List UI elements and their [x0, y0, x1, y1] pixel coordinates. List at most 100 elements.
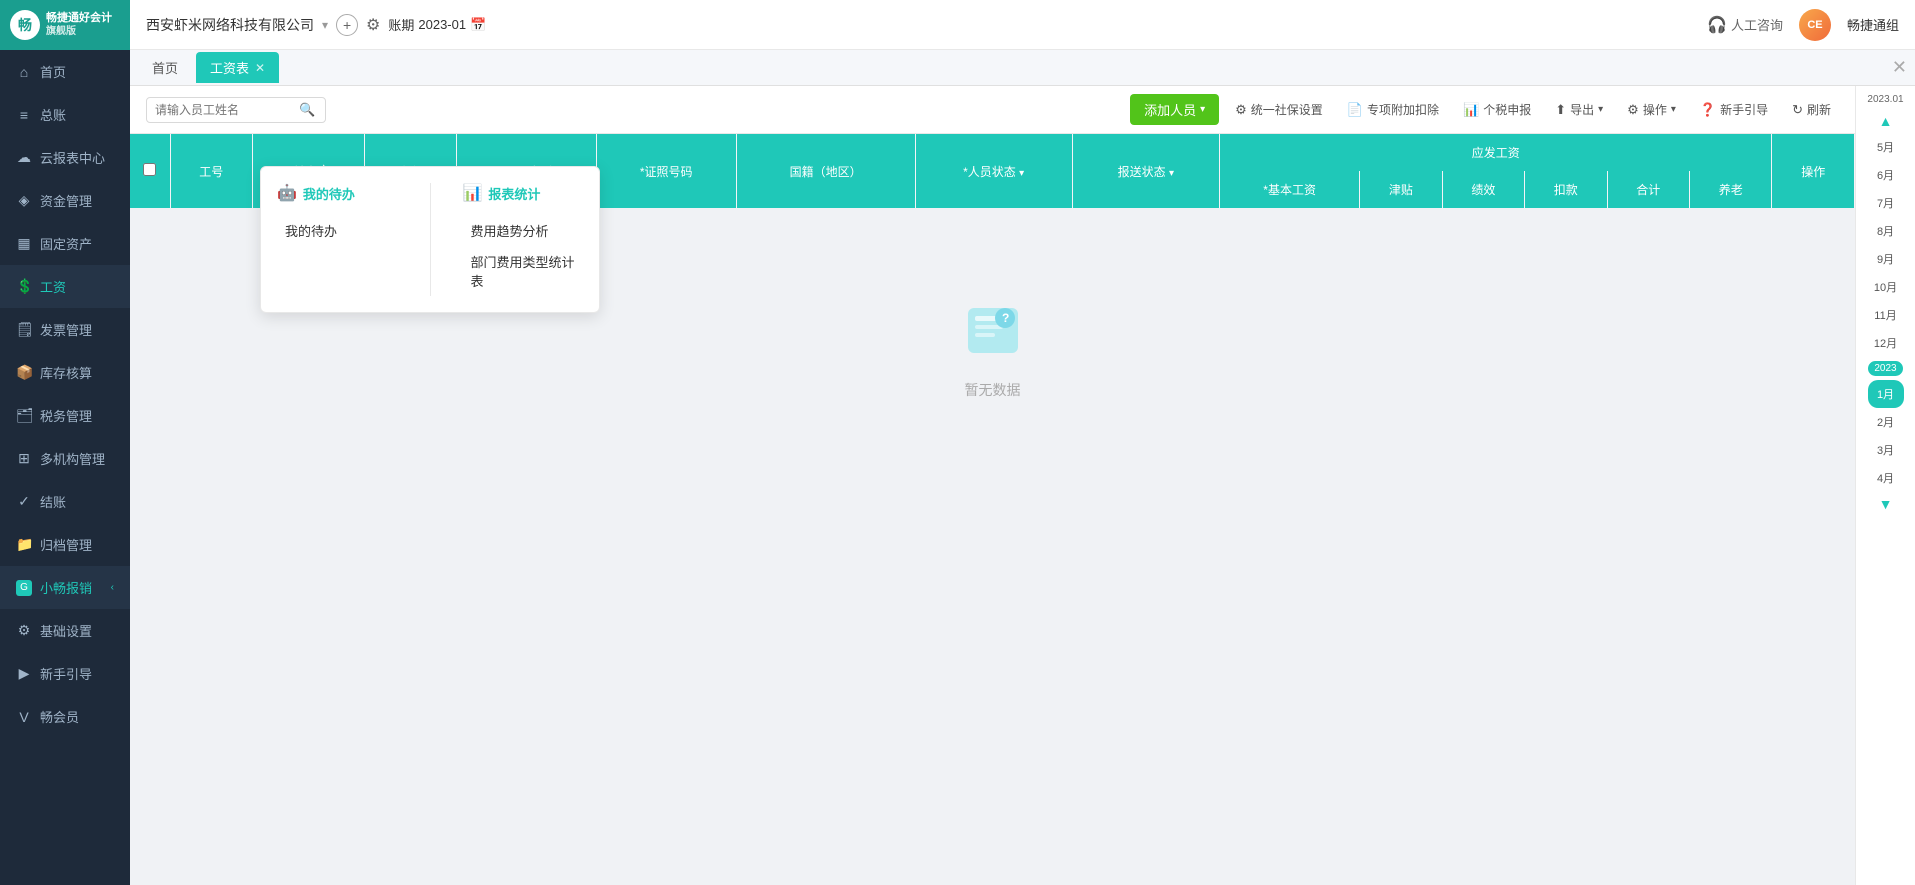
sidebar-item-label: 总账	[40, 105, 66, 124]
invoice-icon: 🗒	[16, 321, 32, 338]
sidebar-item-label: 小畅报销	[40, 578, 92, 597]
new-guide-label: 新手引导	[1720, 101, 1768, 118]
sidebar-item-cloud-report[interactable]: ☁ 云报表中心	[0, 136, 130, 179]
filter-person-status-icon[interactable]: ▾	[1019, 168, 1024, 179]
sidebar-item-label: 资金管理	[40, 191, 92, 210]
new-guide-icon: ❓	[1700, 102, 1716, 118]
settings-icon[interactable]: ⚙	[366, 15, 380, 35]
company-name: 西安虾米网络科技有限公司	[146, 15, 314, 35]
user-avatar: CE	[1799, 9, 1831, 41]
timeline-month-11[interactable]: 11月	[1856, 301, 1915, 329]
export-icon: ⬆	[1555, 102, 1566, 118]
th-checkbox[interactable]	[130, 134, 170, 208]
dropdown-panel: 🤖 我的待办 我的待办 📊 报表统计 费用趋势分析 部门费用类型统计表	[260, 166, 600, 313]
add-person-arrow-icon: ▾	[1200, 104, 1205, 115]
sidebar-item-invoice[interactable]: 🗒 发票管理	[0, 308, 130, 351]
sidebar-item-tax[interactable]: 🗂 税务管理	[0, 394, 130, 437]
timeline-month-10[interactable]: 10月	[1856, 273, 1915, 301]
search-icon[interactable]: 🔍	[299, 102, 315, 118]
timeline-month-1[interactable]: 1月	[1868, 380, 1904, 408]
timeline-up-icon[interactable]: ▲	[1875, 109, 1897, 133]
filter-report-status-icon[interactable]: ▾	[1169, 168, 1174, 179]
th-report-status[interactable]: 报送状态 ▾	[1072, 134, 1220, 208]
service-label: 人工咨询	[1731, 15, 1783, 34]
tax-report-button[interactable]: 📊 个税申报	[1455, 96, 1539, 123]
timeline-month-3[interactable]: 3月	[1856, 436, 1915, 464]
sidebar-item-label: 新手引导	[40, 664, 92, 683]
sidebar-item-label: 多机构管理	[40, 449, 105, 468]
refresh-button[interactable]: ↻ 刷新	[1784, 96, 1839, 123]
sidebar-item-salary[interactable]: 💲 工资	[0, 265, 130, 308]
sidebar-item-basic-settings[interactable]: ⚙ 基础设置	[0, 609, 130, 652]
sidebar-item-fund[interactable]: ◈ 资金管理	[0, 179, 130, 222]
calendar-icon[interactable]: 📅	[470, 17, 486, 33]
timeline-month-7[interactable]: 7月	[1856, 189, 1915, 217]
sidebar-item-fixed-assets[interactable]: ▦ 固定资产	[0, 222, 130, 265]
th-person-status[interactable]: *人员状态 ▾	[915, 134, 1072, 208]
dropdown-item-my-todo[interactable]: 我的待办	[277, 215, 398, 246]
sidebar-item-label: 结账	[40, 492, 66, 511]
topbar: 西安虾米网络科技有限公司 ▾ + ⚙ 账期 2023-01 📅 🎧 人工咨询 C…	[130, 0, 1915, 50]
sidebar-item-label: 首页	[40, 62, 66, 81]
logo-icon: 畅	[10, 10, 40, 40]
timeline-down-icon[interactable]: ▼	[1875, 492, 1897, 516]
timeline-month-4[interactable]: 4月	[1856, 464, 1915, 492]
tab-salary-label: 工资表	[210, 58, 249, 77]
sidebar-item-xiaochang[interactable]: G 小畅报销 ‹	[0, 566, 130, 609]
timeline-month-6[interactable]: 6月	[1856, 161, 1915, 189]
fund-icon: ◈	[16, 192, 32, 209]
ledger-icon: ≡	[16, 107, 32, 123]
special-deduct-label: 专项附加扣除	[1367, 101, 1439, 118]
sidebar-item-label: 云报表中心	[40, 148, 105, 167]
sidebar-item-checkout[interactable]: ✓ 结账	[0, 480, 130, 523]
th-operation: 操作	[1772, 134, 1855, 208]
th-employee-id: 工号	[170, 134, 252, 208]
tab-home[interactable]: 首页	[138, 52, 192, 83]
timeline-month-12[interactable]: 12月	[1856, 329, 1915, 357]
company-dropdown-icon[interactable]: ▾	[322, 18, 328, 32]
dropdown-divider	[430, 183, 431, 296]
dropdown-item-expense-trend[interactable]: 费用趋势分析	[463, 215, 584, 246]
sidebar-item-inventory[interactable]: 📦 库存核算	[0, 351, 130, 394]
sidebar-item-archive[interactable]: 📁 归档管理	[0, 523, 130, 566]
logo-sub: 旗舰版	[46, 26, 112, 38]
social-security-button[interactable]: ⚙ 统一社保设置	[1227, 96, 1331, 123]
timeline-month-9[interactable]: 9月	[1856, 245, 1915, 273]
tab-close-icon[interactable]: ✕	[255, 61, 265, 75]
archive-icon: 📁	[16, 536, 32, 553]
special-deduct-button[interactable]: 📄 专项附加扣除	[1339, 96, 1447, 123]
operation-icon: ⚙	[1627, 102, 1639, 118]
sidebar-item-ledger[interactable]: ≡ 总账	[0, 93, 130, 136]
add-company-button[interactable]: +	[336, 14, 358, 36]
timeline-month-2[interactable]: 2月	[1856, 408, 1915, 436]
period-label: 账期	[388, 15, 414, 34]
empty-text: 暂无数据	[965, 380, 1021, 400]
report-icon: 📊	[463, 183, 483, 203]
select-all-checkbox[interactable]	[143, 163, 156, 176]
th-id-number: *证照号码	[596, 134, 736, 208]
close-panel-icon[interactable]: ✕	[1892, 57, 1907, 78]
new-guide-button[interactable]: ❓ 新手引导	[1692, 96, 1776, 123]
th-allowance: 津贴	[1360, 171, 1442, 208]
sidebar-item-label: 归档管理	[40, 535, 92, 554]
export-button[interactable]: ⬆ 导出 ▾	[1547, 96, 1611, 123]
toolbar: 🔍 添加人员 ▾ ⚙ 统一社保设置 📄 专项附加扣除	[130, 86, 1855, 134]
timeline-month-5[interactable]: 5月	[1856, 133, 1915, 161]
timeline-year-marker: 2023	[1868, 361, 1902, 376]
sidebar-item-multi-org[interactable]: ⊞ 多机构管理	[0, 437, 130, 480]
th-performance: 绩效	[1442, 171, 1524, 208]
sidebar-item-home[interactable]: ⌂ 首页	[0, 50, 130, 93]
search-input[interactable]	[155, 103, 295, 117]
tab-salary-table[interactable]: 工资表 ✕	[196, 52, 279, 83]
inventory-icon: 📦	[16, 364, 32, 381]
sidebar-item-label: 工资	[40, 277, 66, 296]
headphone-icon: 🎧	[1707, 15, 1727, 35]
sidebar-item-member[interactable]: V 畅会员	[0, 695, 130, 738]
service-button[interactable]: 🎧 人工咨询	[1707, 15, 1783, 35]
add-person-button[interactable]: 添加人员 ▾	[1130, 94, 1219, 125]
sidebar-item-new-guide[interactable]: ▶ 新手引导	[0, 652, 130, 695]
dropdown-item-dept-expense[interactable]: 部门费用类型统计表	[463, 246, 584, 296]
settings-icon: ⚙	[16, 622, 32, 639]
operation-button[interactable]: ⚙ 操作 ▾	[1619, 96, 1684, 123]
timeline-month-8[interactable]: 8月	[1856, 217, 1915, 245]
